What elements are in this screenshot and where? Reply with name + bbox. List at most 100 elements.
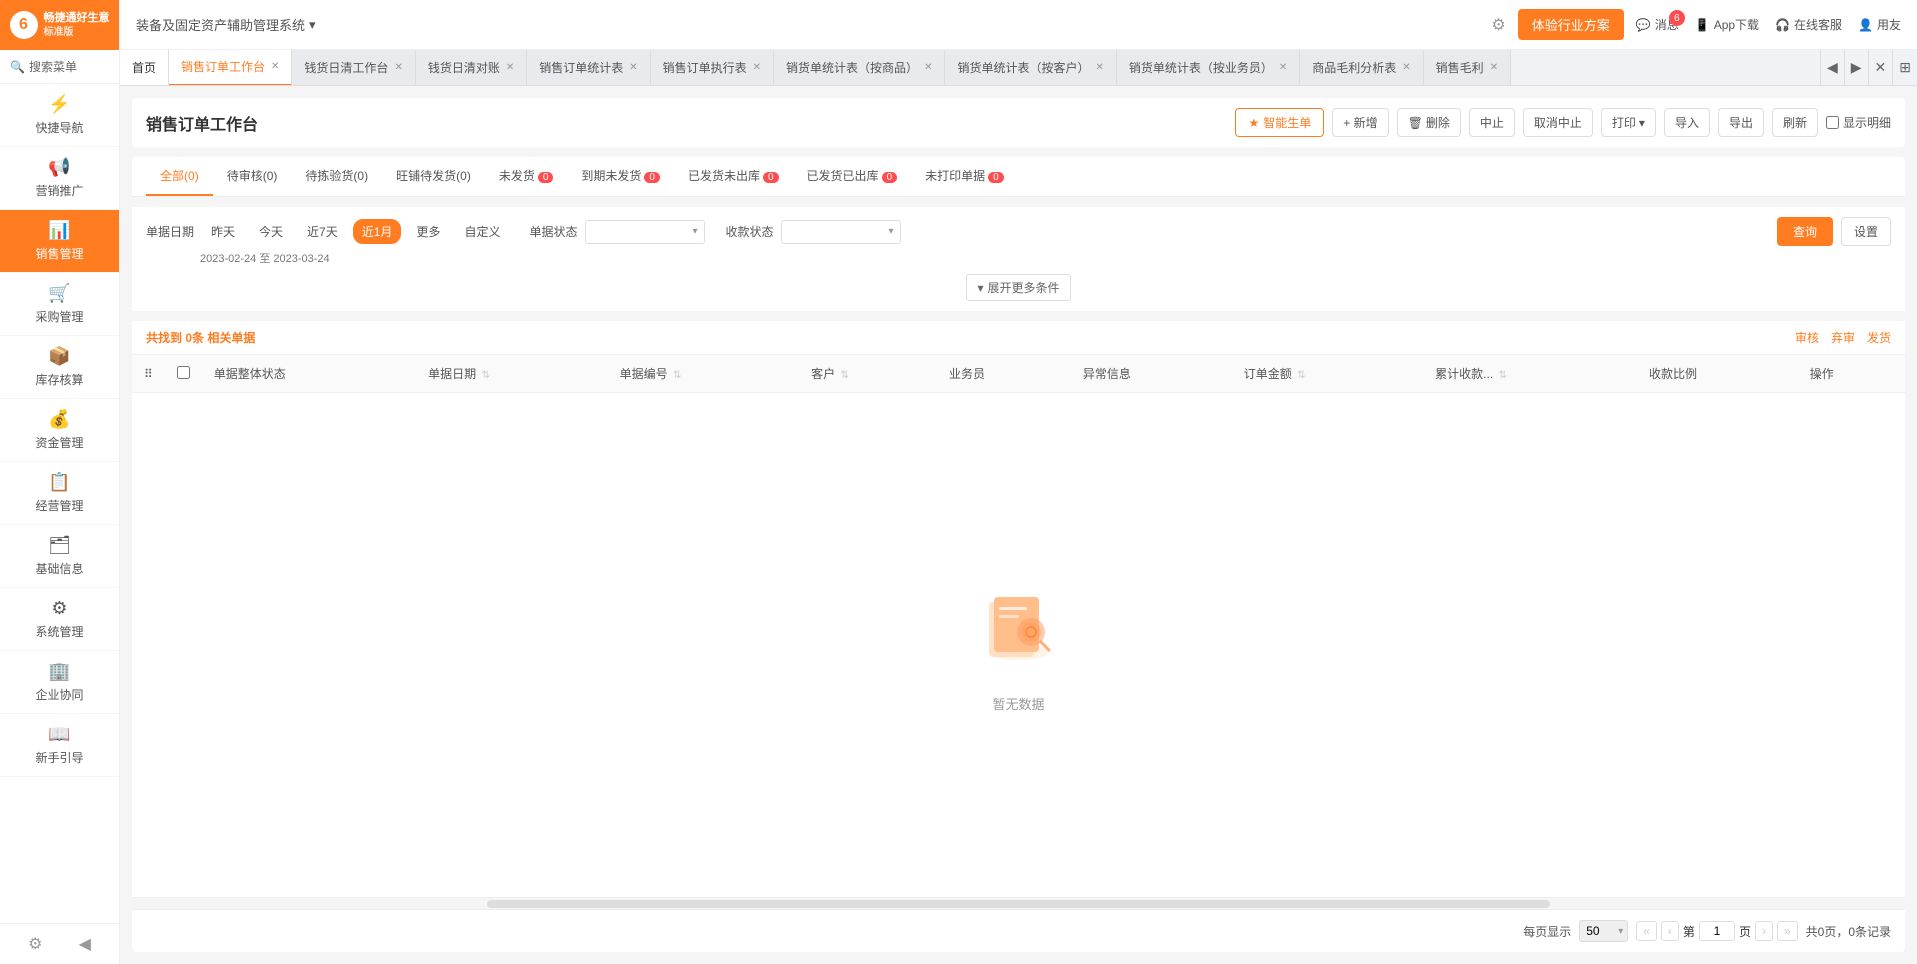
filter-tab-all[interactable]: 全部(0) [146, 157, 213, 196]
tab-scroll-right-btn[interactable]: ▶ [1844, 50, 1868, 86]
online-service-button[interactable]: 🎧 在线客服 [1775, 16, 1842, 33]
tab-close-icon[interactable]: ✕ [1279, 62, 1287, 73]
status-select[interactable] [585, 220, 705, 244]
industry-solution-button[interactable]: 体验行业方案 [1518, 9, 1624, 40]
sidebar-item-marketing[interactable]: 📢 营销推广 [0, 147, 119, 210]
search-icon: 🔍 [10, 60, 25, 74]
delete-button[interactable]: 🗑 删除 [1397, 108, 1461, 137]
app-download-button[interactable]: 📱 App下载 [1695, 16, 1759, 33]
date-btn-yesterday[interactable]: 昨天 [202, 219, 244, 244]
tab-sales-by-staff[interactable]: 销货单统计表（按业务员） ✕ [1117, 50, 1300, 86]
sidebar-item-operations[interactable]: 📋 经营管理 [0, 462, 119, 525]
tab-close-icon[interactable]: ✕ [394, 62, 402, 73]
stop-button[interactable]: 中止 [1469, 108, 1515, 137]
refresh-button[interactable]: 刷新 [1772, 108, 1818, 137]
next-page-button[interactable]: › [1755, 921, 1773, 941]
filter-tab-not-printed[interactable]: 未打印单据0 [911, 157, 1018, 196]
filter-tab-shop-pending[interactable]: 旺铺待发货(0) [382, 157, 485, 196]
sidebar-item-basic-info[interactable]: 🗂 基础信息 [0, 525, 119, 588]
tab-close-icon[interactable]: ✕ [1490, 62, 1498, 73]
import-button[interactable]: 导入 [1664, 108, 1710, 137]
settings-gear-icon[interactable]: ⚙ [1491, 15, 1505, 35]
select-all-checkbox[interactable] [177, 366, 190, 379]
tab-close-icon[interactable]: ✕ [271, 61, 279, 72]
set-button[interactable]: 设置 [1841, 217, 1891, 246]
page-number-input[interactable] [1699, 921, 1735, 941]
sidebar-item-inventory[interactable]: 📦 库存核算 [0, 336, 119, 399]
tab-close-icon[interactable]: ✕ [753, 62, 761, 73]
tab-sales-order-workbench[interactable]: 销售订单工作台 ✕ [169, 50, 292, 86]
filter-tab-shipped-not-out[interactable]: 已发货未出库0 [674, 157, 793, 196]
status-select-wrap [585, 220, 705, 244]
sort-icon[interactable]: ⇅ [1499, 370, 1507, 381]
tab-sales-by-customer[interactable]: 销货单统计表（按客户） ✕ [945, 50, 1116, 86]
settings-bottom-btn[interactable]: ⚙ [28, 934, 42, 954]
smart-order-button[interactable]: ★ 智能生单 [1235, 108, 1324, 137]
filter-tab-pending-check[interactable]: 待拣验货(0) [291, 157, 382, 196]
filter-tab-not-shipped[interactable]: 未发货0 [485, 157, 568, 196]
date-btn-custom[interactable]: 自定义 [455, 219, 509, 244]
user-menu-button[interactable]: 👤 用友 [1858, 16, 1901, 33]
print-button[interactable]: 打印 ▾ [1601, 108, 1656, 137]
export-button[interactable]: 导出 [1718, 108, 1764, 137]
sort-icon[interactable]: ⇅ [840, 370, 848, 381]
page-size-select[interactable]: 50 20 100 [1579, 920, 1628, 942]
sort-icon[interactable]: ⇅ [482, 370, 490, 381]
date-btn-today[interactable]: 今天 [250, 219, 292, 244]
table-header: ⠿ 单据整体状态 单据日期 ⇅ 单据编号 ⇅ [132, 355, 1905, 393]
new-button[interactable]: + 新增 [1332, 108, 1388, 137]
last-page-button[interactable]: » [1777, 921, 1798, 941]
tab-expand-btn[interactable]: ⊞ [1892, 50, 1917, 86]
cancel-stop-button[interactable]: 取消中止 [1523, 108, 1593, 137]
filter-tab-pending-audit[interactable]: 待审核(0) [213, 157, 292, 196]
sidebar-item-purchase[interactable]: 🛒 采购管理 [0, 273, 119, 336]
cancel-audit-action-button[interactable]: 弃审 [1831, 329, 1855, 346]
sidebar-item-system[interactable]: ⚙ 系统管理 [0, 588, 119, 651]
tab-cash-daily[interactable]: 钱货日清工作台 ✕ [292, 50, 415, 86]
sort-icon[interactable]: ⇅ [1297, 370, 1305, 381]
horizontal-scrollbar[interactable] [132, 897, 1905, 909]
tab-close-all-btn[interactable]: ✕ [1868, 50, 1893, 86]
print-dropdown-icon: ▾ [1639, 116, 1645, 130]
tab-sales-by-product[interactable]: 销货单统计表（按商品） ✕ [774, 50, 945, 86]
col-header-accumulated: 累计收款... ⇅ [1423, 355, 1637, 393]
tab-cash-reconcile[interactable]: 钱货日清对账 ✕ [416, 50, 527, 86]
tab-close-icon[interactable]: ✕ [1402, 62, 1410, 73]
tab-sales-margin[interactable]: 销售毛利 ✕ [1424, 50, 1511, 86]
first-page-button[interactable]: « [1636, 921, 1657, 941]
show-detail-checkbox[interactable]: 显示明细 [1826, 114, 1891, 131]
sidebar-item-guide[interactable]: 📖 新手引导 [0, 714, 119, 777]
date-btn-7days[interactable]: 近7天 [298, 219, 347, 244]
tab-margin-analysis[interactable]: 商品毛利分析表 ✕ [1300, 50, 1423, 86]
tab-sales-exec[interactable]: 销售订单执行表 ✕ [651, 50, 774, 86]
tab-close-icon[interactable]: ✕ [924, 62, 932, 73]
sidebar-item-sales[interactable]: 📊 销售管理 [0, 210, 119, 273]
sidebar-item-search[interactable]: 🔍 搜索菜单 [0, 50, 119, 84]
sidebar-item-enterprise[interactable]: 🏢 企业协同 [0, 651, 119, 714]
tab-close-icon[interactable]: ✕ [629, 62, 637, 73]
ship-action-button[interactable]: 发货 [1867, 329, 1891, 346]
sidebar-item-quick-nav[interactable]: ⚡ 快捷导航 [0, 84, 119, 147]
filter-tab-overdue[interactable]: 到期未发货0 [567, 157, 674, 196]
system-title-dropdown[interactable]: 装备及固定资产辅助管理系统 ▾ [136, 15, 1479, 34]
show-detail-input[interactable] [1826, 116, 1839, 129]
payment-select[interactable] [781, 220, 901, 244]
messages-button[interactable]: 💬 消息 6 [1636, 16, 1679, 33]
sort-icon[interactable]: ⇅ [673, 370, 681, 381]
audit-action-button[interactable]: 审核 [1795, 329, 1819, 346]
tab-close-icon[interactable]: ✕ [506, 62, 514, 73]
tab-sales-stat[interactable]: 销售订单统计表 ✕ [527, 50, 650, 86]
expand-conditions-button[interactable]: ▾ 展开更多条件 [966, 274, 1070, 301]
star-icon: ★ [1248, 116, 1259, 130]
filter-tab-shipped-out[interactable]: 已发货已出库0 [793, 157, 912, 196]
date-btn-more[interactable]: 更多 [407, 219, 449, 244]
date-btn-1month[interactable]: 近1月 [353, 219, 402, 244]
prev-page-button[interactable]: ‹ [1661, 921, 1679, 941]
sidebar-item-finance[interactable]: 💰 资金管理 [0, 399, 119, 462]
tab-scroll-left-btn[interactable]: ◀ [1820, 50, 1844, 86]
collapse-btn[interactable]: ◀ [79, 934, 91, 954]
query-button[interactable]: 查询 [1777, 217, 1833, 246]
scroll-thumb[interactable] [487, 900, 1551, 908]
tab-close-icon[interactable]: ✕ [1095, 62, 1103, 73]
tab-home[interactable]: 首页 [120, 50, 169, 86]
